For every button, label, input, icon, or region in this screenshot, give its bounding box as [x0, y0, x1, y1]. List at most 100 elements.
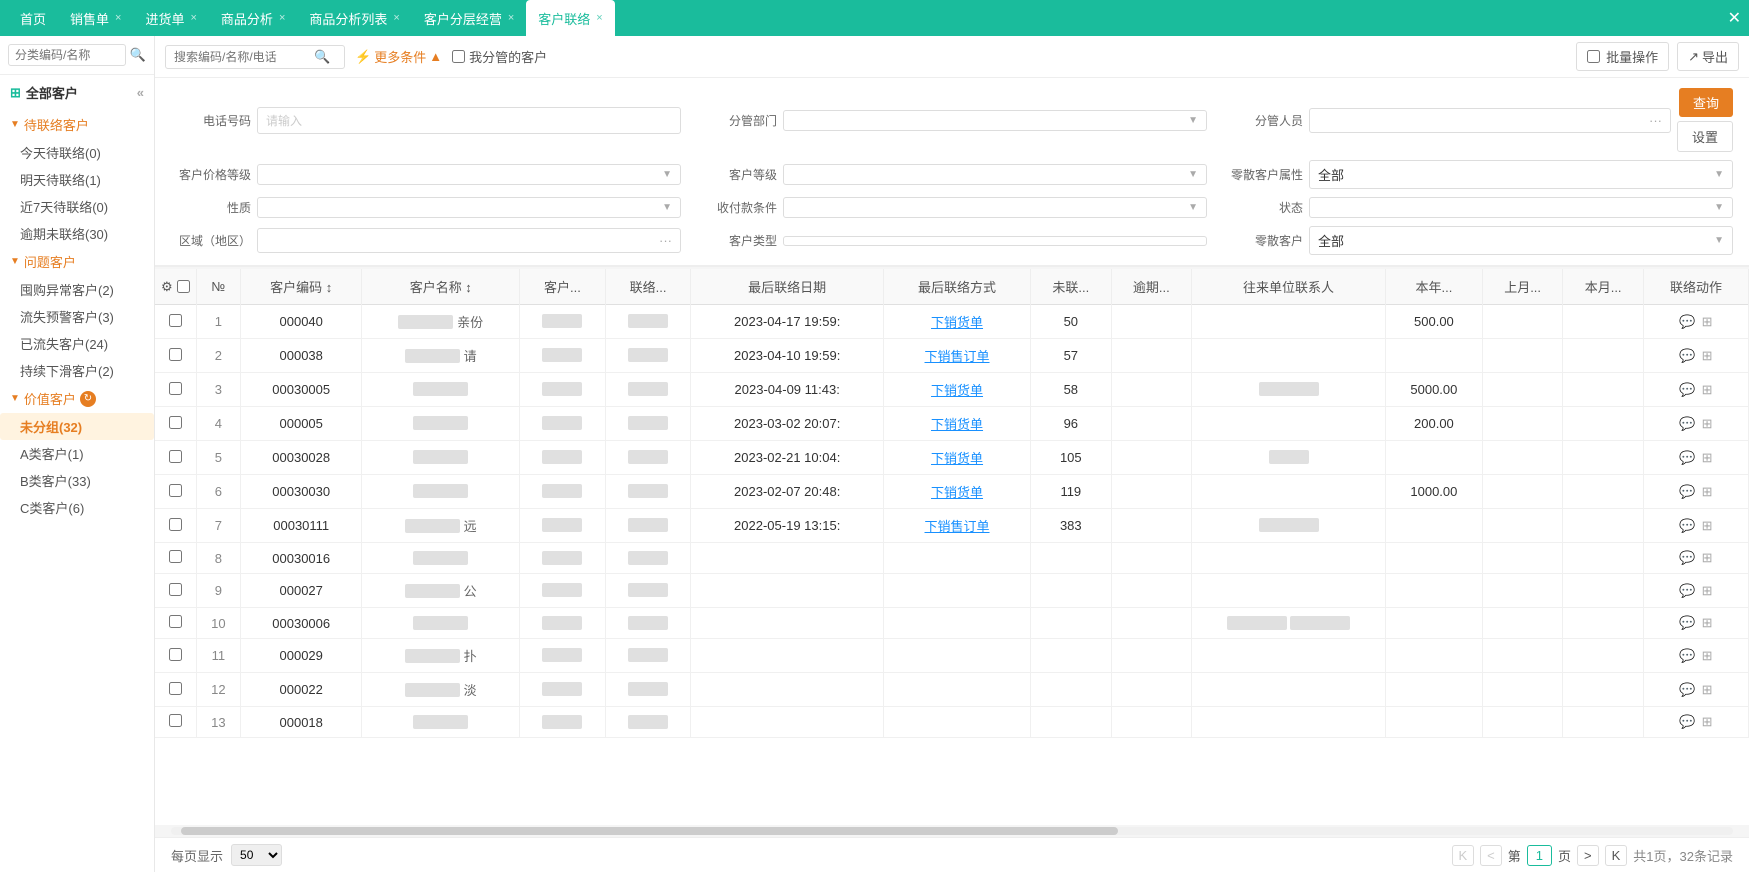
filter-input-dept[interactable]: ▼ [783, 110, 1207, 131]
nav-item-customer-contact[interactable]: 客户联络 × [526, 0, 614, 36]
filter-input-retail-customer[interactable]: 全部 ▼ [1309, 226, 1733, 255]
row-checkbox[interactable] [169, 648, 182, 661]
nav-item-product-analysis[interactable]: 商品分析 × [209, 0, 297, 36]
row-checkbox[interactable] [169, 615, 182, 628]
grid-action-icon[interactable]: ⊞ [1702, 348, 1713, 364]
col-this-month[interactable]: 本月... [1563, 269, 1644, 305]
my-customers-checkbox[interactable] [452, 50, 465, 63]
col-customer-level[interactable]: 客户... [520, 269, 606, 305]
sidebar-item-ungrouped[interactable]: 未分组(32) [0, 413, 154, 440]
scrollbar-thumb[interactable] [181, 827, 1118, 835]
sidebar-all-customers[interactable]: ⊞ 全部客户 « [0, 75, 154, 110]
grid-action-icon[interactable]: ⊞ [1702, 648, 1713, 664]
filter-more-conditions[interactable]: ⚡ 更多条件 ▲ [355, 47, 442, 66]
last-page-button[interactable]: K [1605, 845, 1628, 866]
nav-item-home[interactable]: 首页 [8, 0, 58, 36]
sidebar-group-title-value[interactable]: ▼ 价值客户 ↻ [0, 384, 154, 413]
filter-input-customer-type[interactable] [783, 236, 1207, 246]
row-checkbox[interactable] [169, 682, 182, 695]
grid-action-icon[interactable]: ⊞ [1702, 382, 1713, 398]
col-contact[interactable]: 联络... [605, 269, 691, 305]
row-checkbox[interactable] [169, 484, 182, 497]
nav-item-sales[interactable]: 销售单 × [58, 0, 133, 36]
sidebar-item-tomorrow[interactable]: 明天待联络(1) [0, 166, 154, 193]
sidebar-search-icon[interactable]: 🔍 [130, 47, 146, 63]
chat-icon[interactable]: 💬 [1679, 714, 1695, 730]
filter-input-status[interactable]: ▼ [1309, 197, 1733, 218]
row-checkbox[interactable] [169, 450, 182, 463]
nav-item-purchase[interactable]: 进货单 × [133, 0, 208, 36]
horizontal-scrollbar[interactable] [171, 827, 1733, 835]
col-name[interactable]: 客户名称 ↕ [362, 269, 520, 305]
export-button[interactable]: ↗ 导出 [1677, 42, 1739, 71]
refresh-icon[interactable]: ↻ [80, 391, 96, 407]
close-icon[interactable]: × [190, 12, 196, 24]
close-icon[interactable]: × [279, 12, 285, 24]
col-this-year[interactable]: 本年... [1385, 269, 1482, 305]
grid-action-icon[interactable]: ⊞ [1702, 714, 1713, 730]
row-checkbox[interactable] [169, 714, 182, 727]
col-code[interactable]: 客户编码 ↕ [241, 269, 362, 305]
global-close-icon[interactable]: ✕ [1728, 8, 1741, 28]
row-checkbox[interactable] [169, 550, 182, 563]
chat-icon[interactable]: 💬 [1679, 314, 1695, 330]
settings-icon[interactable]: ⚙ [161, 279, 173, 295]
chat-icon[interactable]: 💬 [1679, 382, 1695, 398]
grid-action-icon[interactable]: ⊞ [1702, 682, 1713, 698]
filter-input-price-level[interactable]: ▼ [257, 164, 681, 185]
chat-icon[interactable]: 💬 [1679, 416, 1695, 432]
sidebar-item-hoarding[interactable]: 囤购异常客户(2) [0, 276, 154, 303]
filter-input-phone[interactable]: 请输入 [257, 107, 681, 134]
chat-icon[interactable]: 💬 [1679, 348, 1695, 364]
grid-action-icon[interactable]: ⊞ [1702, 615, 1713, 631]
sidebar-item-class-a[interactable]: A类客户(1) [0, 440, 154, 467]
nav-item-product-list[interactable]: 商品分析列表 × [297, 0, 411, 36]
filter-input-payment[interactable]: ▼ [783, 197, 1207, 218]
select-all-checkbox[interactable] [177, 280, 190, 293]
grid-action-icon[interactable]: ⊞ [1702, 450, 1713, 466]
per-page-select[interactable]: 50 100 200 [231, 844, 282, 866]
col-unit-contact[interactable]: 往来单位联系人 [1192, 269, 1386, 305]
row-checkbox[interactable] [169, 416, 182, 429]
col-settings[interactable]: ⚙ [155, 269, 196, 305]
sidebar-group-title-pending[interactable]: ▼ 待联络客户 [0, 110, 154, 139]
col-overdue[interactable]: 逾期... [1111, 269, 1192, 305]
first-page-button[interactable]: K [1452, 845, 1475, 866]
chat-icon[interactable]: 💬 [1679, 484, 1695, 500]
close-icon[interactable]: × [115, 12, 121, 24]
batch-checkbox[interactable] [1587, 50, 1600, 63]
sidebar-group-title-problem[interactable]: ▼ 问题客户 [0, 247, 154, 276]
sidebar-item-class-b[interactable]: B类客户(33) [0, 467, 154, 494]
prev-page-button[interactable]: < [1480, 845, 1502, 866]
sidebar-item-overdue[interactable]: 逾期未联络(30) [0, 220, 154, 247]
nav-item-customer-tier[interactable]: 客户分层经营 × [412, 0, 526, 36]
row-checkbox[interactable] [169, 314, 182, 327]
grid-action-icon[interactable]: ⊞ [1702, 416, 1713, 432]
col-last-method[interactable]: 最后联络方式 [884, 269, 1031, 305]
chat-icon[interactable]: 💬 [1679, 615, 1695, 631]
row-checkbox[interactable] [169, 518, 182, 531]
chat-icon[interactable]: 💬 [1679, 550, 1695, 566]
sidebar-item-today[interactable]: 今天待联络(0) [0, 139, 154, 166]
sidebar-item-churned[interactable]: 已流失客户(24) [0, 330, 154, 357]
row-checkbox[interactable] [169, 583, 182, 596]
current-page-input[interactable]: 1 [1527, 845, 1552, 866]
filter-search-icon[interactable]: 🔍 [314, 49, 330, 65]
chat-icon[interactable]: 💬 [1679, 648, 1695, 664]
col-last-month[interactable]: 上月... [1482, 269, 1563, 305]
filter-input-retail-attr[interactable]: 全部 ▼ [1309, 160, 1733, 189]
filter-input-nature[interactable]: ▼ [257, 197, 681, 218]
sidebar-item-declining[interactable]: 持续下滑客户(2) [0, 357, 154, 384]
chat-icon[interactable]: 💬 [1679, 450, 1695, 466]
row-checkbox[interactable] [169, 348, 182, 361]
chat-icon[interactable]: 💬 [1679, 583, 1695, 599]
reset-button[interactable]: 设置 [1677, 121, 1733, 152]
sidebar-item-7days[interactable]: 近7天待联络(0) [0, 193, 154, 220]
sidebar-item-class-c[interactable]: C类客户(6) [0, 494, 154, 521]
sidebar-search-input[interactable] [8, 44, 126, 66]
grid-action-icon[interactable]: ⊞ [1702, 583, 1713, 599]
collapse-icon[interactable]: « [137, 85, 144, 100]
row-checkbox[interactable] [169, 382, 182, 395]
filter-input-staff[interactable]: ··· [1309, 108, 1671, 133]
close-icon[interactable]: × [596, 12, 602, 24]
